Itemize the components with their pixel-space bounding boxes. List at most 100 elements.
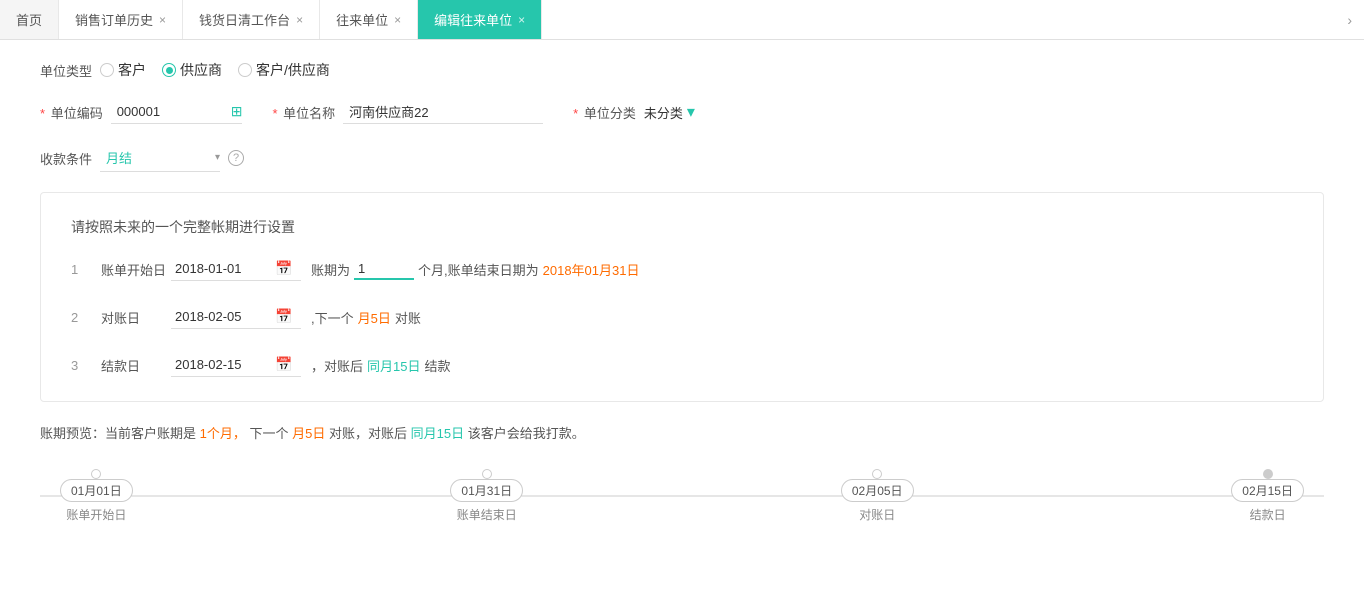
main-content: 单位类型 客户 供应商 客户/供应商 * 单位编码: [0, 40, 1364, 608]
preview-section: 账期预览：当前客户账期是 1个月， 下一个 月5日 对账，对账后 同月15日 该…: [40, 422, 1324, 523]
period-row-3-num: 3: [71, 358, 101, 373]
timeline-end-dot: [482, 469, 492, 479]
period-row-3-end: 结款: [424, 356, 450, 375]
unit-code-input[interactable]: [111, 102, 231, 121]
tab-more-button[interactable]: ›: [1335, 0, 1364, 39]
radio-both-label: 客户/供应商: [256, 60, 330, 80]
timeline-settle-sublabel: 结款日: [1250, 506, 1286, 523]
period-months-input[interactable]: [354, 259, 414, 280]
period-row-1-suffix: 账期为 个月,账单结束日期为 2018年01月31日: [311, 259, 639, 280]
tab-daily-label: 钱货日清工作台: [199, 10, 290, 29]
tab-bar: 首页 销售订单历史 × 钱货日清工作台 × 往来单位 × 编辑往来单位 × ›: [0, 0, 1364, 40]
period-row-2: 2 对账日 📅 ,下一个 月5日 对账: [71, 305, 1293, 329]
tab-daily-work[interactable]: 钱货日清工作台 ×: [183, 0, 320, 39]
timeline-start-label: 01月01日: [60, 479, 133, 502]
unit-category-value: 未分类: [644, 103, 683, 122]
radio-supplier[interactable]: 供应商: [162, 60, 222, 80]
unit-code-copy-icon[interactable]: ⊞: [231, 103, 243, 120]
tab-contacts[interactable]: 往来单位 ×: [320, 0, 418, 39]
period-start-calendar-icon[interactable]: 📅: [275, 260, 292, 277]
period-recon-calendar-icon[interactable]: 📅: [275, 308, 292, 325]
period-row-2-suffix: ,下一个 月5日 对账: [311, 308, 421, 327]
tab-contacts-label: 往来单位: [336, 10, 388, 29]
tab-sales-history[interactable]: 销售订单历史 ×: [59, 0, 183, 39]
period-settings-box: 请按照未来的一个完整帐期进行设置 1 账单开始日 📅 账期为 个月,账单结束日期…: [40, 192, 1324, 402]
tab-sales-label: 销售订单历史: [75, 10, 153, 29]
tab-sales-close[interactable]: ×: [159, 14, 166, 26]
timeline-start: 01月01日 账单开始日: [60, 469, 133, 523]
period-row-1-end-date: 2018年01月31日: [543, 260, 640, 279]
radio-both[interactable]: 客户/供应商: [238, 60, 330, 80]
timeline: 01月01日 账单开始日 01月31日 账单结束日 02月05日 对账日 02月…: [40, 469, 1324, 523]
radio-customer[interactable]: 客户: [100, 60, 146, 80]
payment-terms-group: 收款条件 月结 ▾ ?: [40, 144, 244, 172]
timeline-settle-label: 02月15日: [1231, 479, 1304, 502]
period-row-2-date-input: 📅: [171, 305, 301, 329]
radio-supplier-label: 供应商: [180, 60, 222, 80]
period-row-1: 1 账单开始日 📅 账期为 个月,账单结束日期为 2018年01月31日: [71, 257, 1293, 281]
unit-type-group: 单位类型 客户 供应商 客户/供应商: [40, 60, 330, 80]
period-settings-title: 请按照未来的一个完整帐期进行设置: [71, 217, 1293, 237]
tab-contacts-close[interactable]: ×: [394, 14, 401, 26]
timeline-recon: 02月05日 对账日: [841, 469, 914, 523]
unit-code-input-wrapper: ⊞: [111, 100, 243, 124]
timeline-recon-sublabel: 对账日: [859, 506, 895, 523]
preview-part3-highlight: 同月15日: [411, 426, 464, 441]
unit-name-group: * 单位名称: [272, 100, 543, 124]
period-settle-calendar-icon[interactable]: 📅: [275, 356, 292, 373]
tab-daily-close[interactable]: ×: [296, 14, 303, 26]
timeline-settle-dot: [1263, 469, 1273, 479]
preview-label: 账期预览：当前客户账期是: [40, 426, 196, 441]
unit-category-label: * 单位分类: [573, 103, 636, 122]
payment-terms-row: 收款条件 月结 ▾ ?: [40, 144, 1324, 172]
period-row-2-highlight: 月5日: [358, 308, 391, 327]
period-row-2-label: 对账日: [101, 308, 171, 327]
tab-edit-contacts[interactable]: 编辑往来单位 ×: [418, 0, 542, 39]
period-row-1-num: 1: [71, 262, 101, 277]
unit-code-label: * 单位编码: [40, 103, 103, 122]
period-recon-date[interactable]: [171, 307, 271, 326]
payment-terms-arrow: ▾: [215, 152, 220, 163]
tab-home-label: 首页: [16, 10, 42, 29]
period-row-3: 3 结款日 📅 ，对账后 同月15日 结款: [71, 353, 1293, 377]
preview-text: 账期预览：当前客户账期是 1个月， 下一个 月5日 对账，对账后 同月15日 该…: [40, 422, 1324, 445]
payment-terms-value: 月结: [100, 146, 211, 169]
timeline-points: 01月01日 账单开始日 01月31日 账单结束日 02月05日 对账日 02月…: [60, 469, 1304, 523]
payment-terms-help[interactable]: ?: [228, 150, 244, 166]
radio-customer-circle: [100, 63, 114, 77]
period-row-3-plain: ，对账后: [311, 356, 363, 375]
preview-part3-plain: 对账，对账后: [329, 426, 407, 441]
unit-category-dropdown[interactable]: 未分类 ▾: [644, 102, 695, 122]
radio-supplier-circle: [162, 63, 176, 77]
timeline-recon-label: 02月05日: [841, 479, 914, 502]
unit-type-radios: 客户 供应商 客户/供应商: [100, 60, 330, 80]
payment-terms-label: 收款条件: [40, 149, 92, 168]
tab-edit-close[interactable]: ×: [518, 14, 525, 26]
unit-name-label: * 单位名称: [272, 103, 335, 122]
period-row-1-suffix-plain: 个月,账单结束日期为: [418, 260, 539, 279]
preview-part2-plain: 下一个: [250, 426, 289, 441]
timeline-end-sublabel: 账单结束日: [457, 506, 517, 523]
preview-part1: 1个月，: [200, 426, 246, 441]
tab-edit-label: 编辑往来单位: [434, 10, 512, 29]
preview-part2-highlight: 月5日: [292, 426, 325, 441]
period-row-1-date-input: 📅: [171, 257, 301, 281]
period-start-date[interactable]: [171, 259, 271, 278]
unit-info-row: * 单位编码 ⊞ * 单位名称 * 单位分类 未分类 ▾: [40, 100, 1324, 124]
unit-name-input[interactable]: [343, 100, 543, 124]
timeline-end: 01月31日 账单结束日: [450, 469, 523, 523]
preview-part4: 该客户会给我打款。: [468, 426, 585, 441]
period-row-2-comma: ,下一个: [311, 308, 354, 327]
period-row-3-highlight: 同月15日: [367, 356, 420, 375]
tab-home[interactable]: 首页: [0, 0, 59, 39]
timeline-end-label: 01月31日: [450, 479, 523, 502]
unit-type-row: 单位类型 客户 供应商 客户/供应商: [40, 60, 1324, 80]
timeline-start-dot: [91, 469, 101, 479]
unit-category-arrow: ▾: [687, 102, 695, 122]
timeline-recon-dot: [872, 469, 882, 479]
unit-code-group: * 单位编码 ⊞: [40, 100, 242, 124]
radio-both-circle: [238, 63, 252, 77]
period-settle-date[interactable]: [171, 355, 271, 374]
period-row-2-num: 2: [71, 310, 101, 325]
payment-terms-dropdown[interactable]: 月结 ▾: [100, 144, 220, 172]
